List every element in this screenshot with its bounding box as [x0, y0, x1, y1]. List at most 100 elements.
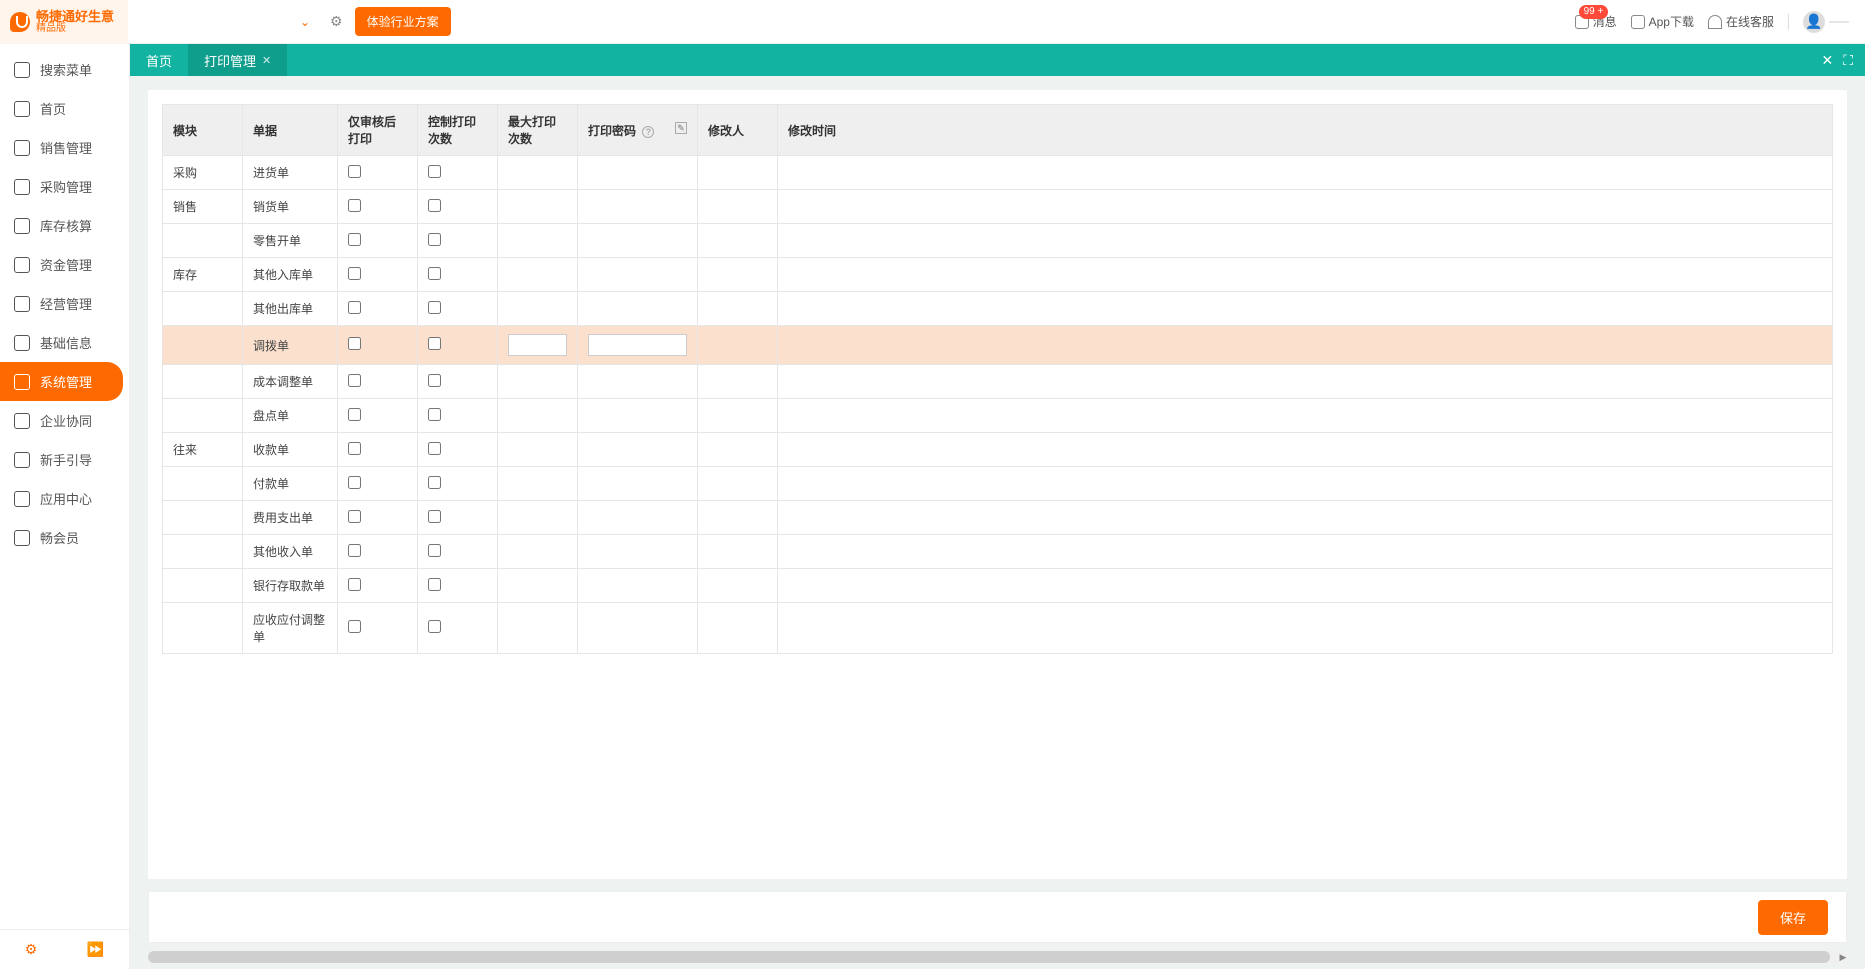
checkbox-audit[interactable] — [348, 442, 361, 455]
cell-audit — [338, 535, 418, 569]
checkbox-audit[interactable] — [348, 408, 361, 421]
edit-icon[interactable]: ✎ — [675, 122, 687, 134]
checkbox-audit[interactable] — [348, 301, 361, 314]
save-button[interactable]: 保存 — [1758, 900, 1828, 935]
cell-module — [163, 603, 243, 654]
checkbox-ctrl[interactable] — [428, 301, 441, 314]
checkbox-ctrl[interactable] — [428, 578, 441, 591]
checkbox-ctrl[interactable] — [428, 544, 441, 557]
cell-time — [778, 399, 1833, 433]
checkbox-audit[interactable] — [348, 510, 361, 523]
cell-max — [498, 569, 578, 603]
sidebar-item-3[interactable]: 采购管理 — [0, 167, 129, 206]
sidebar-icon — [14, 62, 30, 78]
tab-home[interactable]: 首页 — [130, 44, 188, 76]
cell-module — [163, 224, 243, 258]
sidebar-item-5[interactable]: 资金管理 — [0, 245, 129, 284]
industry-plan-button[interactable]: 体验行业方案 — [355, 7, 451, 36]
max-print-input[interactable] — [508, 334, 567, 356]
checkbox-ctrl[interactable] — [428, 199, 441, 212]
sidebar-item-0[interactable]: 搜索菜单 — [0, 50, 129, 89]
sidebar-item-label: 采购管理 — [40, 177, 92, 196]
sidebar-item-8[interactable]: 系统管理 — [0, 362, 123, 401]
checkbox-audit[interactable] — [348, 374, 361, 387]
cell-module — [163, 365, 243, 399]
checkbox-ctrl[interactable] — [428, 620, 441, 633]
sidebar-item-2[interactable]: 销售管理 — [0, 128, 129, 167]
cell-ctrl — [418, 156, 498, 190]
cell-max — [498, 156, 578, 190]
tab-close-all-icon[interactable]: ✕ — [1821, 52, 1833, 69]
checkbox-audit[interactable] — [348, 165, 361, 178]
checkbox-ctrl[interactable] — [428, 267, 441, 280]
sidebar: 搜索菜单首页销售管理采购管理库存核算资金管理经营管理基础信息系统管理企业协同新手… — [0, 44, 130, 969]
cell-doc: 销货单 — [243, 190, 338, 224]
cell-ctrl — [418, 433, 498, 467]
cell-max — [498, 399, 578, 433]
checkbox-ctrl[interactable] — [428, 442, 441, 455]
sidebar-item-label: 基础信息 — [40, 333, 92, 352]
checkbox-ctrl[interactable] — [428, 374, 441, 387]
cell-pwd — [578, 603, 698, 654]
horizontal-scrollbar[interactable]: ◀ ▶ — [148, 951, 1847, 963]
cell-audit — [338, 569, 418, 603]
gear-icon[interactable]: ⚙ — [330, 13, 343, 30]
scrollbar-thumb[interactable] — [148, 951, 1830, 963]
sidebar-item-4[interactable]: 库存核算 — [0, 206, 129, 245]
scroll-right-icon[interactable]: ▶ — [1837, 951, 1849, 963]
sidebar-item-6[interactable]: 经营管理 — [0, 284, 129, 323]
support-label: 在线客服 — [1726, 13, 1774, 30]
table-row: 调拨单 — [163, 326, 1833, 365]
checkbox-audit[interactable] — [348, 337, 361, 350]
checkbox-ctrl[interactable] — [428, 337, 441, 350]
sidebar-item-1[interactable]: 首页 — [0, 89, 129, 128]
checkbox-ctrl[interactable] — [428, 165, 441, 178]
checkbox-audit[interactable] — [348, 620, 361, 633]
checkbox-ctrl[interactable] — [428, 476, 441, 489]
sidebar-item-10[interactable]: 新手引导 — [0, 440, 129, 479]
help-icon[interactable]: ? — [642, 126, 654, 138]
checkbox-ctrl[interactable] — [428, 408, 441, 421]
logo[interactable]: 畅捷通好生意 精品版 — [0, 0, 128, 44]
app-download-button[interactable]: App下载 — [1631, 13, 1694, 30]
cell-time — [778, 433, 1833, 467]
checkbox-audit[interactable] — [348, 544, 361, 557]
cell-doc: 其他入库单 — [243, 258, 338, 292]
settings-icon[interactable]: ⚙ — [25, 941, 38, 958]
cell-pwd — [578, 501, 698, 535]
print-password-input[interactable] — [588, 334, 687, 356]
collapse-icon[interactable]: ⏩ — [87, 941, 104, 958]
checkbox-audit[interactable] — [348, 233, 361, 246]
cell-ctrl — [418, 190, 498, 224]
checkbox-audit[interactable] — [348, 476, 361, 489]
cell-user — [698, 156, 778, 190]
user-menu[interactable]: 👤 — [1803, 11, 1849, 33]
sidebar-icon — [14, 257, 30, 273]
cell-time — [778, 467, 1833, 501]
close-icon[interactable]: ✕ — [262, 54, 271, 67]
checkbox-audit[interactable] — [348, 199, 361, 212]
support-button[interactable]: 在线客服 — [1708, 13, 1774, 30]
messages-button[interactable]: 99 + 消息 — [1575, 13, 1617, 30]
cell-max — [498, 603, 578, 654]
cell-doc: 成本调整单 — [243, 365, 338, 399]
sidebar-item-12[interactable]: 畅会员 — [0, 518, 129, 557]
sidebar-item-label: 企业协同 — [40, 411, 92, 430]
user-name — [1829, 21, 1849, 23]
checkbox-ctrl[interactable] — [428, 233, 441, 246]
sidebar-item-11[interactable]: 应用中心 — [0, 479, 129, 518]
logo-sub: 精品版 — [36, 24, 114, 34]
sidebar-item-7[interactable]: 基础信息 — [0, 323, 129, 362]
fullscreen-icon[interactable]: ⛶ — [1843, 52, 1853, 69]
org-selector[interactable]: ⌄ — [138, 15, 318, 29]
checkbox-audit[interactable] — [348, 578, 361, 591]
sidebar-item-9[interactable]: 企业协同 — [0, 401, 129, 440]
sidebar-item-label: 畅会员 — [40, 528, 79, 547]
sidebar-icon — [14, 179, 30, 195]
cell-audit — [338, 433, 418, 467]
tab-print-management[interactable]: 打印管理 ✕ — [188, 44, 287, 76]
cell-module — [163, 569, 243, 603]
checkbox-ctrl[interactable] — [428, 510, 441, 523]
checkbox-audit[interactable] — [348, 267, 361, 280]
cell-doc: 应收应付调整单 — [243, 603, 338, 654]
